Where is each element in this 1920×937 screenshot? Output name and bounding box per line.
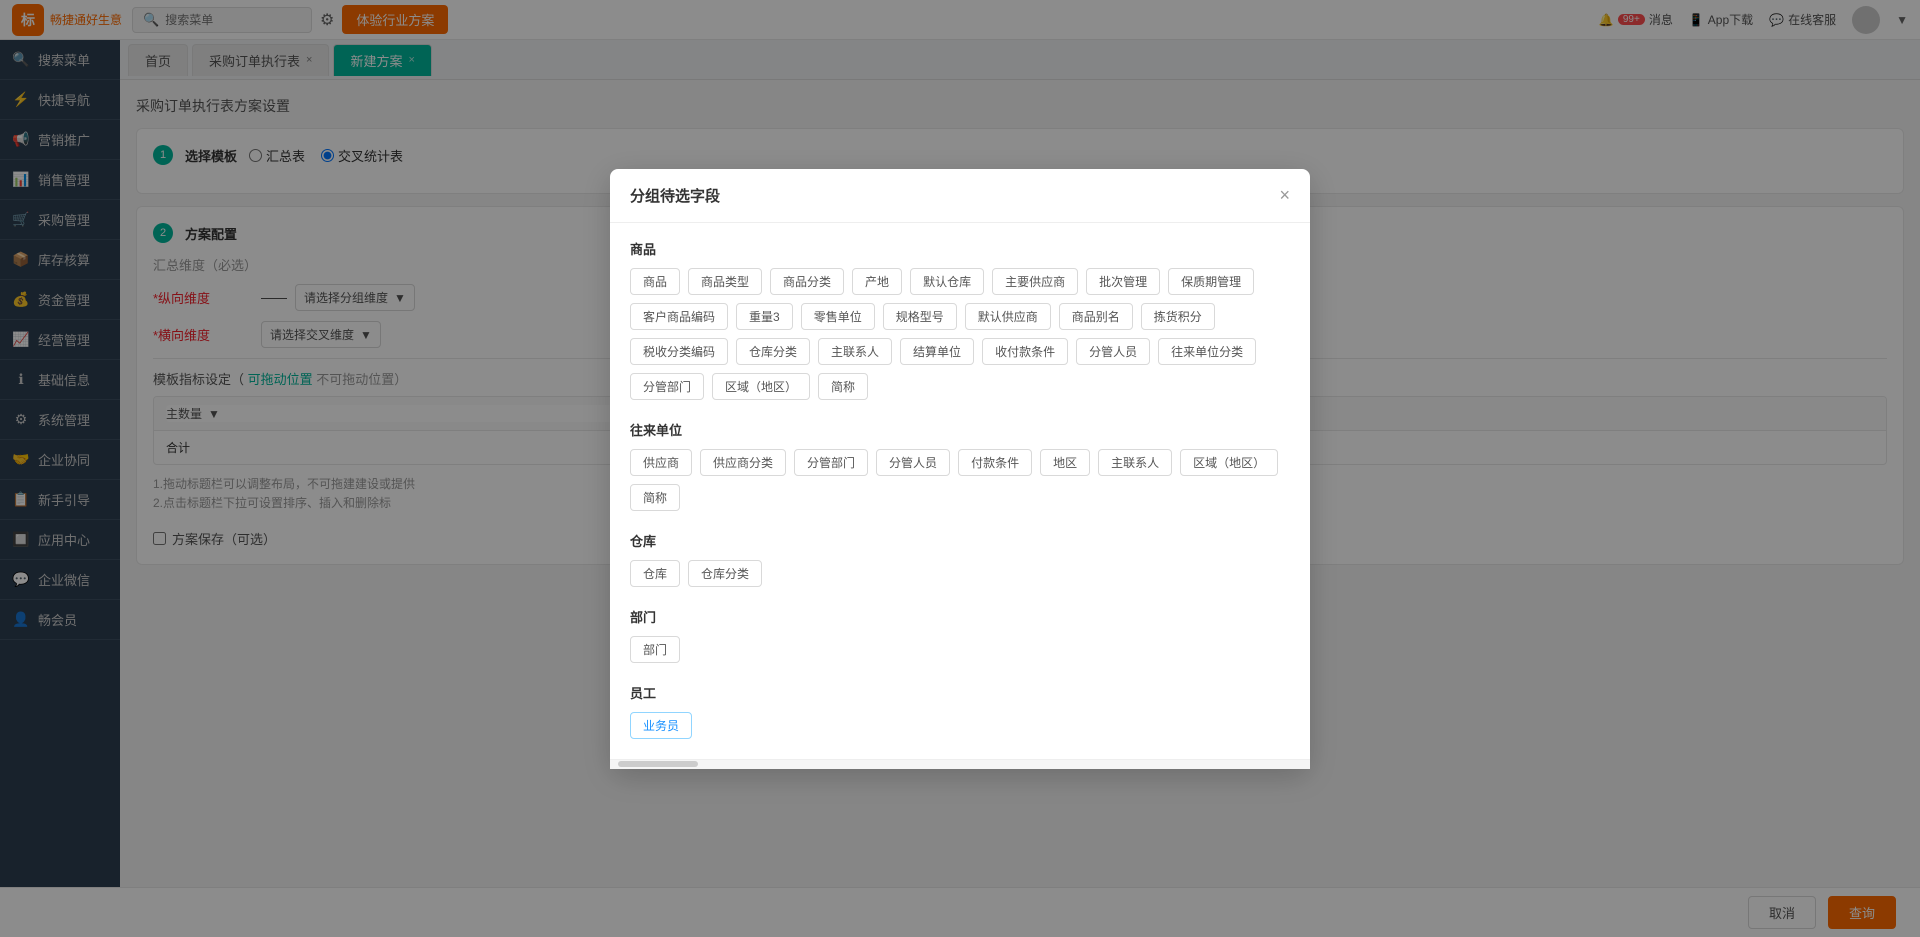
field-tag-origin[interactable]: 产地 [852,268,902,295]
field-tag-main-contact[interactable]: 主联系人 [818,338,892,365]
field-tag-expiry-mgmt[interactable]: 保质期管理 [1168,268,1254,295]
modal-title: 分组待选字段 [630,185,720,206]
field-tag-supplier[interactable]: 供应商 [630,449,692,476]
field-tag-product-category[interactable]: 商品分类 [770,268,844,295]
field-tag-partner-payment[interactable]: 付款条件 [958,449,1032,476]
section-product: 商品 商品 商品类型 商品分类 产地 默认仓库 主要供应商 批次管理 保质期管理… [630,239,1290,400]
field-tag-main-supplier[interactable]: 主要供应商 [992,268,1078,295]
field-tag-product-type[interactable]: 商品类型 [688,268,762,295]
field-tag-partner-area[interactable]: 区域（地区） [1180,449,1278,476]
field-tag-default-supplier[interactable]: 默认供应商 [965,303,1051,330]
field-tag-salesperson[interactable]: 业务员 [630,712,692,739]
hscroll-thumb [618,761,698,767]
modal-close-button[interactable]: × [1279,186,1290,204]
field-tag-spec-model[interactable]: 规格型号 [883,303,957,330]
field-tag-warehouse[interactable]: 仓库 [630,560,680,587]
field-tag-batch-mgmt[interactable]: 批次管理 [1086,268,1160,295]
section-warehouse: 仓库 仓库 仓库分类 [630,531,1290,587]
field-tag-partner-contact[interactable]: 主联系人 [1098,449,1172,476]
field-tag-product-alias[interactable]: 商品别名 [1059,303,1133,330]
modal-hscrollbar[interactable] [610,759,1310,769]
section-warehouse-tags: 仓库 仓库分类 [630,560,1290,587]
field-tag-partner-dept[interactable]: 分管部门 [794,449,868,476]
section-product-tags: 商品 商品类型 商品分类 产地 默认仓库 主要供应商 批次管理 保质期管理 客户… [630,268,1290,400]
field-tag-tax-code[interactable]: 税收分类编码 [630,338,728,365]
field-tag-partner-short[interactable]: 简称 [630,484,680,511]
field-tag-retail-unit[interactable]: 零售单位 [801,303,875,330]
field-tag-warehouse-category[interactable]: 仓库分类 [736,338,810,365]
field-tag-default-warehouse[interactable]: 默认仓库 [910,268,984,295]
field-tag-short-name[interactable]: 简称 [818,373,868,400]
field-tag-dept-mgmt[interactable]: 分管部门 [630,373,704,400]
field-tag-supplier-category[interactable]: 供应商分类 [700,449,786,476]
section-department-title: 部门 [630,607,1290,626]
field-tag-product[interactable]: 商品 [630,268,680,295]
section-department: 部门 部门 [630,607,1290,663]
field-tag-partner-region[interactable]: 地区 [1040,449,1090,476]
section-department-tags: 部门 [630,636,1290,663]
field-tag-payment-terms[interactable]: 收付款条件 [982,338,1068,365]
field-tag-pick-points[interactable]: 拣货积分 [1141,303,1215,330]
field-tag-partner-supervisor[interactable]: 分管人员 [876,449,950,476]
field-tag-dept[interactable]: 部门 [630,636,680,663]
field-selection-modal: 分组待选字段 × 商品 商品 商品类型 商品分类 产地 默认仓库 主要供应商 批… [610,169,1310,769]
section-warehouse-title: 仓库 [630,531,1290,550]
modal-header: 分组待选字段 × [610,169,1310,223]
field-tag-settlement-unit[interactable]: 结算单位 [900,338,974,365]
modal-overlay: 分组待选字段 × 商品 商品 商品类型 商品分类 产地 默认仓库 主要供应商 批… [0,0,1920,937]
modal-body: 商品 商品 商品类型 商品分类 产地 默认仓库 主要供应商 批次管理 保质期管理… [610,223,1310,759]
field-tag-partner-category[interactable]: 往来单位分类 [1158,338,1256,365]
section-employee-tags: 业务员 [630,712,1290,739]
field-tag-supervisor[interactable]: 分管人员 [1076,338,1150,365]
section-product-title: 商品 [630,239,1290,258]
section-partner-tags: 供应商 供应商分类 分管部门 分管人员 付款条件 地区 主联系人 区域（地区） … [630,449,1290,511]
field-tag-warehouse-cat[interactable]: 仓库分类 [688,560,762,587]
section-partner-title: 往来单位 [630,420,1290,439]
section-employee: 员工 业务员 [630,683,1290,739]
field-tag-customer-code[interactable]: 客户商品编码 [630,303,728,330]
section-employee-title: 员工 [630,683,1290,702]
field-tag-region[interactable]: 区域（地区） [712,373,810,400]
section-partner: 往来单位 供应商 供应商分类 分管部门 分管人员 付款条件 地区 主联系人 区域… [630,420,1290,511]
field-tag-weight3[interactable]: 重量3 [736,303,793,330]
